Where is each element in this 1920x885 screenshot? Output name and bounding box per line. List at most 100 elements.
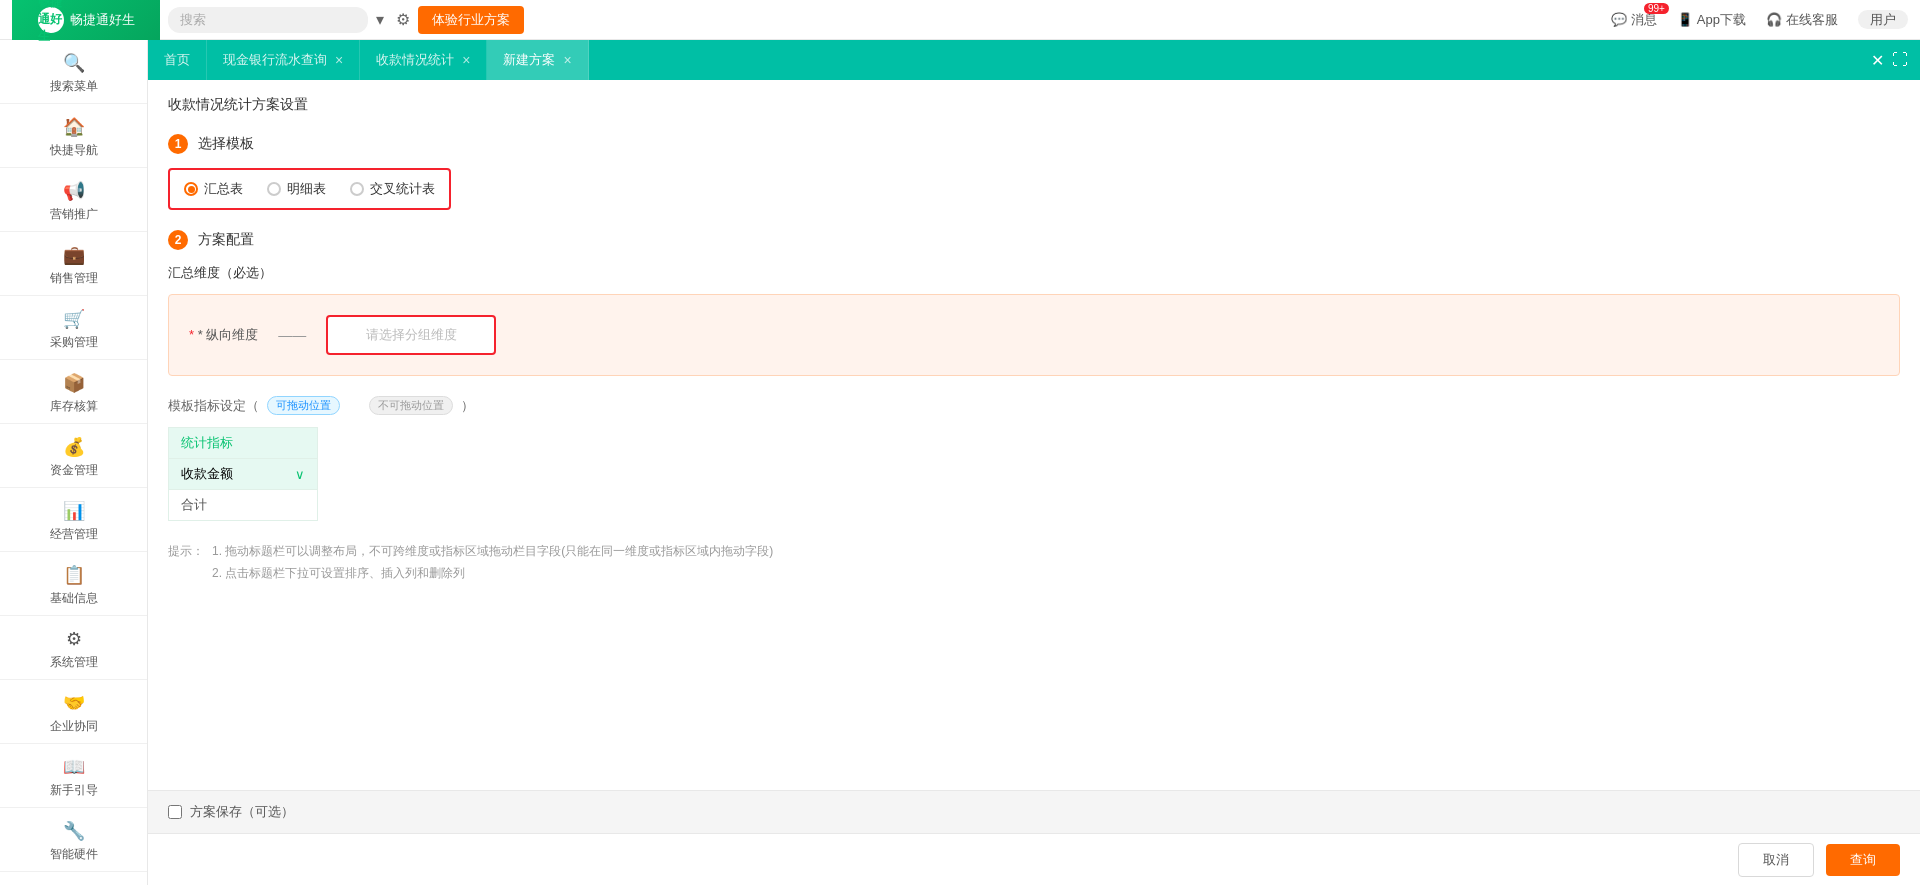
tab-bar: 首页 现金银行流水查询 × 收款情况统计 × 新建方案 × ✕ ⛶ <box>148 40 1920 80</box>
sidebar-label-finance: 资金管理 <box>50 462 98 479</box>
radio-detail-label: 明细表 <box>287 180 326 198</box>
tip-text2: 2. 点击标题栏下拉可设置排序、插入列和删除列 <box>212 563 465 585</box>
tab-expand-icon[interactable]: ⛶ <box>1892 51 1908 69</box>
sidebar-label-basic: 基础信息 <box>50 590 98 607</box>
message-badge: 99+ <box>1644 3 1669 14</box>
tab-receipt[interactable]: 收款情况统计 × <box>360 40 487 80</box>
search-icon: 🔍 <box>63 52 85 74</box>
step1-number: 1 <box>168 134 188 154</box>
sidebar-label-guide: 新手引导 <box>50 782 98 799</box>
tab-cashflow-label: 现金银行流水查询 <box>223 51 327 69</box>
not-draggable-tag: 不可拖动位置 <box>369 396 453 415</box>
dim-placeholder: 请选择分组维度 <box>366 326 457 344</box>
save-checkbox[interactable] <box>168 805 182 819</box>
dim-required: * <box>189 327 194 342</box>
save-label: 方案保存（可选） <box>190 803 294 821</box>
tip-line1: 提示： 1. 拖动标题栏可以调整布局，不可跨维度或指标区域拖动栏目字段(只能在同… <box>168 541 1900 563</box>
save-section: 方案保存（可选） <box>148 790 1920 833</box>
sidebar-item-basic[interactable]: 📋 基础信息 <box>0 552 147 616</box>
user-avatar[interactable]: 用户 <box>1858 11 1908 29</box>
tab-receipt-label: 收款情况统计 <box>376 51 454 69</box>
download-label: App下载 <box>1697 11 1746 29</box>
query-button[interactable]: 查询 <box>1826 844 1900 876</box>
tip-text1: 1. 拖动标题栏可以调整布局，不可跨维度或指标区域拖动栏目字段(只能在同一维度或… <box>212 541 773 563</box>
page-content: 收款情况统计方案设置 1 选择模板 汇总表 <box>148 80 1920 833</box>
sidebar-label-hardware: 智能硬件 <box>50 846 98 863</box>
sidebar-item-hardware[interactable]: 🔧 智能硬件 <box>0 808 147 872</box>
sidebar-label-marketing: 营销推广 <box>50 206 98 223</box>
message-btn[interactable]: 💬 消息 99+ <box>1611 11 1657 29</box>
tip-label: 提示： <box>168 541 204 563</box>
tab-bar-actions: ✕ ⛶ <box>1871 51 1920 70</box>
collab-icon: 🤝 <box>63 692 85 714</box>
sidebar-item-system[interactable]: ⚙ 系统管理 <box>0 616 147 680</box>
metric-row[interactable]: 收款金额 ∨ <box>169 459 317 490</box>
footer-actions: 取消 查询 <box>148 833 1920 885</box>
trial-btn[interactable]: 体验行业方案 <box>418 6 524 34</box>
tab-newplan-label: 新建方案 <box>503 51 555 69</box>
sidebar-label-operations: 经营管理 <box>50 526 98 543</box>
tips-section: 提示： 1. 拖动标题栏可以调整布局，不可跨维度或指标区域拖动栏目字段(只能在同… <box>168 541 1900 584</box>
page-title: 收款情况统计方案设置 <box>168 96 1900 114</box>
dropdown-icon[interactable]: ▾ <box>376 10 384 29</box>
radio-summary[interactable]: 汇总表 <box>184 180 243 198</box>
finance-icon: 💰 <box>63 436 85 458</box>
gear-icon[interactable]: ⚙ <box>396 10 410 29</box>
sidebar-item-collab[interactable]: 🤝 企业协同 <box>0 680 147 744</box>
sidebar: 🔍 搜索菜单 🏠 快捷导航 📢 营销推广 💼 销售管理 🛒 采购管理 📦 <box>0 40 148 885</box>
download-btn[interactable]: 📱 App下载 <box>1677 11 1746 29</box>
sidebar-item-inventory[interactable]: 📦 库存核算 <box>0 360 147 424</box>
sidebar-item-quicknav[interactable]: 🏠 快捷导航 <box>0 104 147 168</box>
metrics-config-label: 模板指标设定（ 可拖动位置 不可拖动位置 ） <box>168 396 1900 415</box>
marketing-icon: 📢 <box>63 180 85 202</box>
tab-receipt-close[interactable]: × <box>462 52 470 68</box>
operations-icon: 📊 <box>63 500 85 522</box>
tab-close-icon[interactable]: ✕ <box>1871 51 1884 70</box>
tip-line2: 提示： 2. 点击标题栏下拉可设置排序、插入列和删除列 <box>168 563 1900 585</box>
sidebar-item-marketing[interactable]: 📢 营销推广 <box>0 168 147 232</box>
metrics-table-wrap: 统计指标 收款金额 ∨ 合计 <box>168 427 1900 521</box>
top-header: 畅捷通好生 畅捷通好生 搜索 ▾ ⚙ 体验行业方案 💬 消息 99+ 📱 App… <box>0 0 1920 40</box>
draggable-tag: 可拖动位置 <box>267 396 340 415</box>
radio-cross-circle <box>350 182 364 196</box>
search-bar[interactable]: 搜索 <box>168 7 368 33</box>
step2-title: 方案配置 <box>198 231 254 249</box>
sidebar-item-search[interactable]: 🔍 搜索菜单 <box>0 40 147 104</box>
tab-cashflow-close[interactable]: × <box>335 52 343 68</box>
radio-cross[interactable]: 交叉统计表 <box>350 180 435 198</box>
sidebar-item-operations[interactable]: 📊 经营管理 <box>0 488 147 552</box>
tab-cashflow[interactable]: 现金银行流水查询 × <box>207 40 360 80</box>
hardware-icon: 🔧 <box>63 820 85 842</box>
metrics-table: 统计指标 收款金额 ∨ 合计 <box>168 427 318 521</box>
message-icon: 💬 <box>1611 12 1627 27</box>
sidebar-label-quicknav: 快捷导航 <box>50 142 98 159</box>
sidebar-item-finance[interactable]: 💰 资金管理 <box>0 424 147 488</box>
inventory-icon: 📦 <box>63 372 85 394</box>
step1-section: 1 选择模板 汇总表 明细表 <box>168 134 1900 210</box>
search-placeholder: 搜索 <box>180 11 206 29</box>
app-logo-text: 畅捷通好生 <box>70 11 135 29</box>
sidebar-item-wechat[interactable]: 💬 企业微信 <box>0 872 147 885</box>
right-tools: 💬 消息 99+ 📱 App下载 🎧 在线客服 用户 <box>1611 11 1908 29</box>
sidebar-item-purchase[interactable]: 🛒 采购管理 <box>0 296 147 360</box>
tab-home[interactable]: 首页 <box>148 40 207 80</box>
cancel-button[interactable]: 取消 <box>1738 843 1814 877</box>
sales-icon: 💼 <box>63 244 85 266</box>
dim-select-box[interactable]: 请选择分组维度 <box>326 315 496 355</box>
dimension-area: * * 纵向维度 —— 请选择分组维度 <box>168 294 1900 376</box>
sidebar-item-sales[interactable]: 💼 销售管理 <box>0 232 147 296</box>
tab-newplan-close[interactable]: × <box>563 52 571 68</box>
radio-summary-circle <box>184 182 198 196</box>
sidebar-item-guide[interactable]: 📖 新手引导 <box>0 744 147 808</box>
metrics-table-header: 统计指标 <box>169 428 317 459</box>
metric-name: 收款金额 <box>181 465 233 483</box>
dimension-config-label: 汇总维度（必选） <box>168 264 1900 282</box>
tab-newplan[interactable]: 新建方案 × <box>487 40 588 80</box>
template-select: 汇总表 明细表 交叉统计表 <box>168 168 451 210</box>
service-btn[interactable]: 🎧 在线客服 <box>1766 11 1838 29</box>
radio-detail[interactable]: 明细表 <box>267 180 326 198</box>
sidebar-label-purchase: 采购管理 <box>50 334 98 351</box>
step2-number: 2 <box>168 230 188 250</box>
radio-summary-label: 汇总表 <box>204 180 243 198</box>
sidebar-label-system: 系统管理 <box>50 654 98 671</box>
